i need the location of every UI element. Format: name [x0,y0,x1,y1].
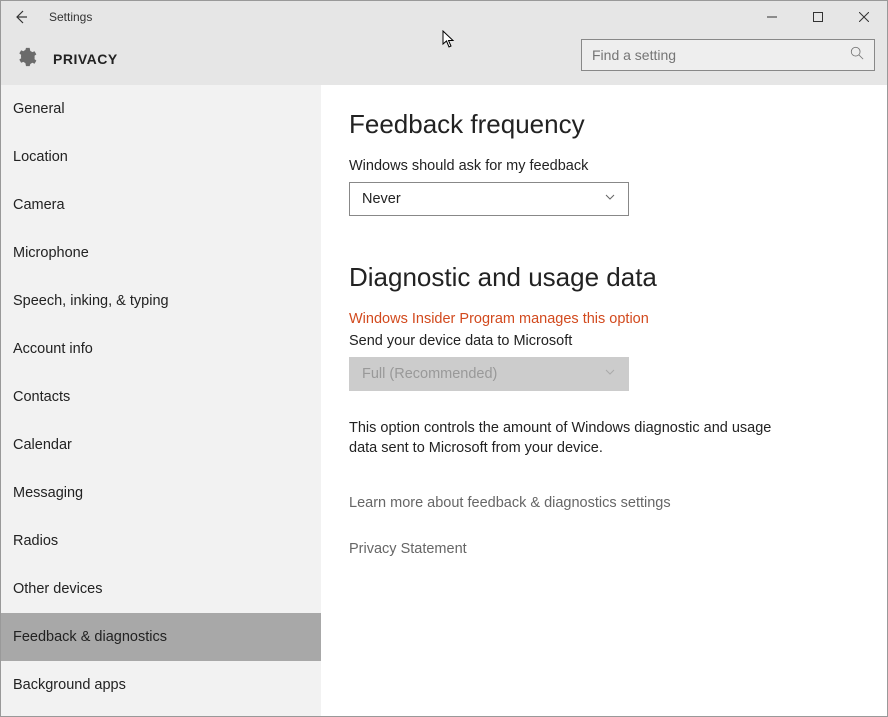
sidebar: General Location Camera Microphone Speech, i… [1,85,321,716]
sidebar-item-label: Background apps [13,677,126,693]
feedback-frequency-dropdown[interactable]: Never [349,182,629,216]
sidebar-item[interactable]: Camera [1,181,321,229]
sidebar-item-label: Calendar [13,437,72,453]
diagnostic-data-dropdown: Full (Recommended) [349,357,629,391]
dropdown-value: Full (Recommended) [362,366,497,382]
sidebar-item-label: Location [13,149,68,165]
window-controls [749,1,887,33]
sidebar-item[interactable]: Speech, inking, & typing [1,277,321,325]
sidebar-item-label: Feedback & diagnostics [13,629,167,645]
minimize-button[interactable] [749,1,795,33]
titlebar: Settings [1,1,887,33]
gear-icon [15,46,37,73]
sidebar-item-label: Microphone [13,245,89,261]
feedback-heading: Feedback frequency [349,109,859,140]
sidebar-item-label: General [13,101,65,117]
window-title: Settings [49,10,92,24]
search-box[interactable] [581,39,875,71]
search-icon [850,46,864,65]
feedback-label: Windows should ask for my feedback [349,158,859,174]
diagnostic-label: Send your device data to Microsoft [349,333,859,349]
sidebar-item-label: Contacts [13,389,70,405]
sidebar-item-label: Radios [13,533,58,549]
minimize-icon [767,12,777,22]
page-title: PRIVACY [53,51,118,67]
sidebar-item-label: Other devices [13,581,102,597]
search-input[interactable] [592,47,850,63]
sidebar-item[interactable]: Other devices [1,565,321,613]
sidebar-item-label: Camera [13,197,65,213]
sidebar-item[interactable]: Radios [1,517,321,565]
close-icon [859,12,869,22]
maximize-icon [813,12,823,22]
content-pane: Feedback frequency Windows should ask fo… [321,85,887,716]
close-button[interactable] [841,1,887,33]
sidebar-item[interactable]: Background apps [1,661,321,709]
sidebar-item[interactable]: General [1,85,321,133]
maximize-button[interactable] [795,1,841,33]
sidebar-item-label: Account info [13,341,93,357]
sidebar-item[interactable]: Feedback & diagnostics [1,613,321,661]
learn-more-link[interactable]: Learn more about feedback & diagnostics … [349,495,671,511]
arrow-left-icon [13,9,29,25]
sidebar-item-label: Messaging [13,485,83,501]
sidebar-item[interactable]: Location [1,133,321,181]
diagnostic-description: This option controls the amount of Windo… [349,419,799,458]
sidebar-item[interactable]: Account info [1,325,321,373]
sidebar-item[interactable]: Calendar [1,421,321,469]
sidebar-item[interactable]: Contacts [1,373,321,421]
chevron-down-icon [604,365,616,383]
sidebar-item[interactable]: Microphone [1,229,321,277]
header: PRIVACY [1,33,887,85]
diagnostic-heading: Diagnostic and usage data [349,262,859,293]
chevron-down-icon [604,190,616,208]
back-button[interactable] [1,1,41,33]
sidebar-item-label: Speech, inking, & typing [13,293,169,309]
insider-notice: Windows Insider Program manages this opt… [349,311,859,327]
dropdown-value: Never [362,191,401,207]
privacy-statement-link[interactable]: Privacy Statement [349,541,467,557]
sidebar-item[interactable]: Messaging [1,469,321,517]
